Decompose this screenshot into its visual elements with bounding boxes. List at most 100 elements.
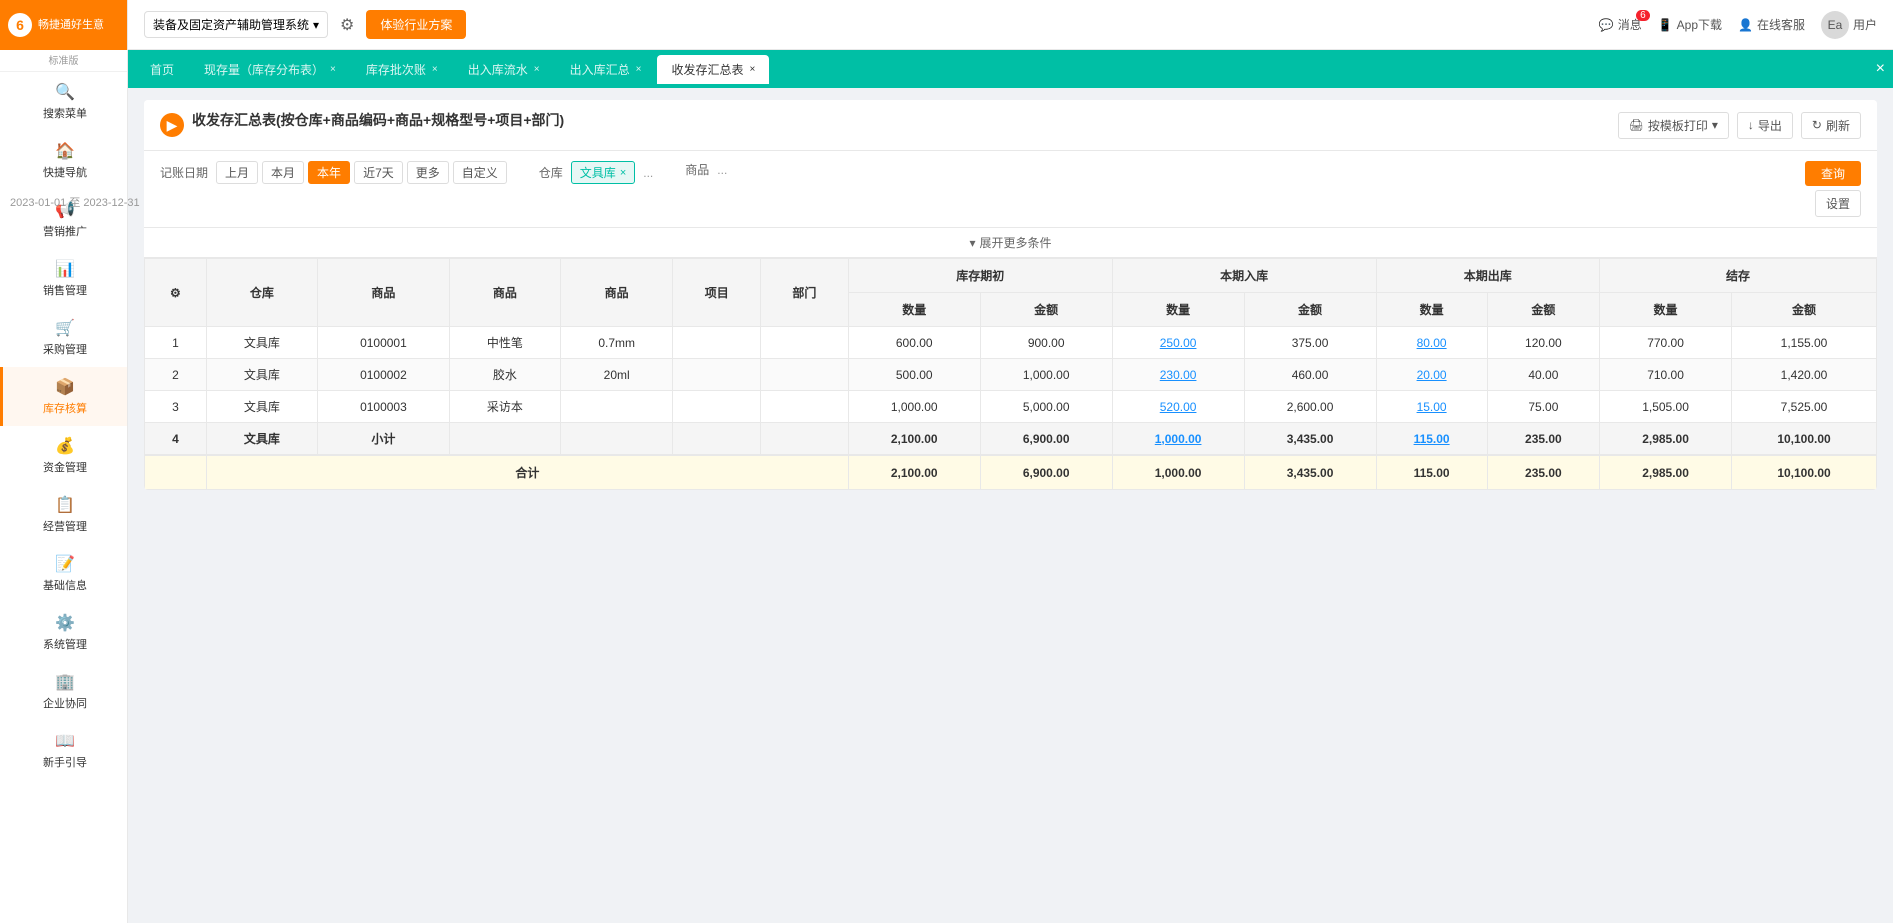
th-opening-amt: 金额 [980, 293, 1112, 327]
tab-batch-account-close[interactable]: × [432, 64, 438, 75]
sidebar-item-label: 销售管理 [43, 282, 87, 298]
tab-inventory-dist-label: 现存量（库存分布表） [204, 61, 324, 78]
cell-subtotal-in-qty[interactable]: 1,000.00 [1112, 423, 1244, 456]
message-icon-item[interactable]: 💬 消息 6 [1599, 16, 1642, 33]
tab-in-out-flow-label: 出入库流水 [468, 61, 528, 78]
total-row: 合计 2,100.00 6,900.00 1,000.00 3,435.00 1… [145, 455, 1877, 490]
tab-home[interactable]: 首页 [136, 55, 188, 84]
avatar: Ea [1821, 11, 1849, 39]
user-item[interactable]: Ea 用户 [1821, 11, 1877, 39]
export-btn[interactable]: ↓ 导出 [1737, 112, 1793, 139]
sidebar-item-label: 新手引导 [43, 754, 87, 770]
more-date-btn[interactable]: 更多 [407, 161, 449, 184]
tab-in-out-summary-close[interactable]: × [636, 64, 642, 75]
date-filter: 记账日期 上月 本月 本年 近7天 更多 自定义 2023-01-01 至 20… [160, 161, 507, 184]
cell-code: 0100003 [317, 391, 449, 423]
warehouse-tag[interactable]: 文具库 × [571, 161, 635, 184]
toggle-arrow-btn[interactable]: ▶ [160, 113, 184, 137]
cell-in-amt: 2,600.00 [1244, 391, 1376, 423]
cell-out-amt: 120.00 [1487, 327, 1599, 359]
cell-seq: 4 [145, 423, 207, 456]
cell-opening-amt: 5,000.00 [980, 391, 1112, 423]
cell-subtotal-balance-amt: 10,100.00 [1732, 423, 1877, 456]
cell-opening-qty: 1,000.00 [848, 391, 980, 423]
cell-code: 0100002 [317, 359, 449, 391]
cell-out-amt: 75.00 [1487, 391, 1599, 423]
tabbar-close-icon[interactable]: × [1876, 60, 1885, 78]
sidebar-item-sales[interactable]: 📊 销售管理 [0, 249, 127, 308]
th-opening-qty: 数量 [848, 293, 980, 327]
logo-icon: 6 [8, 13, 32, 37]
th-warehouse: 仓库 [206, 259, 317, 327]
cell-subtotal-out-qty[interactable]: 115.00 [1376, 423, 1487, 456]
sidebar: 6 畅捷通好生意 标准版 🔍 搜索菜单 🏠 快捷导航 📢 营销推广 📊 销售管理… [0, 0, 128, 923]
expand-btn[interactable]: ▾ 展开更多条件 [969, 234, 1051, 251]
cell-warehouse: 文具库 [206, 391, 317, 423]
system-icon: ⚙️ [55, 613, 75, 633]
print-btn[interactable]: 🖨 按模板打印 ▾ [1618, 112, 1729, 139]
sidebar-item-system[interactable]: ⚙️ 系统管理 [0, 603, 127, 662]
sidebar-item-inventory[interactable]: 📦 库存核算 [0, 367, 127, 426]
export-icon: ↓ [1748, 118, 1754, 132]
system-selector[interactable]: 装备及固定资产辅助管理系统 ▾ [144, 11, 328, 38]
tab-inventory-dist[interactable]: 现存量（库存分布表） × [190, 55, 350, 84]
warehouse-label: 仓库 [539, 164, 563, 181]
this-year-btn[interactable]: 本年 [308, 161, 350, 184]
settings-icon[interactable]: ⚙ [340, 15, 354, 35]
tab-stock-summary[interactable]: 收发存汇总表 × [657, 55, 769, 84]
cell-out-qty[interactable]: 80.00 [1376, 327, 1487, 359]
warehouse-more[interactable]: ... [643, 166, 653, 180]
cell-balance-amt: 1,155.00 [1732, 327, 1877, 359]
sidebar-item-purchase[interactable]: 🛒 采购管理 [0, 308, 127, 367]
th-in-qty: 数量 [1112, 293, 1244, 327]
cell-out-qty[interactable]: 15.00 [1376, 391, 1487, 423]
sidebar-item-enterprise[interactable]: 🏢 企业协同 [0, 662, 127, 721]
online-service-item[interactable]: 👤 在线客服 [1738, 16, 1805, 33]
cell-out-qty[interactable]: 20.00 [1376, 359, 1487, 391]
cell-in-qty[interactable]: 520.00 [1112, 391, 1244, 423]
cell-in-qty[interactable]: 250.00 [1112, 327, 1244, 359]
sidebar-logo: 6 畅捷通好生意 [0, 0, 127, 50]
th-settings[interactable]: ⚙ [145, 259, 207, 327]
tab-in-out-flow-close[interactable]: × [534, 64, 540, 75]
subtotal-row: 4 文具库 小计 2,100.00 6,900.00 1,000.00 3,43… [145, 423, 1877, 456]
sidebar-item-operations[interactable]: 📋 经营管理 [0, 485, 127, 544]
expand-arrow-icon: ▾ [969, 236, 975, 250]
th-project: 项目 [673, 259, 761, 327]
sidebar-item-basic-info[interactable]: 📝 基础信息 [0, 544, 127, 603]
th-out-amt: 金额 [1487, 293, 1599, 327]
goods-more[interactable]: ... [717, 163, 727, 177]
app-download-label: App下载 [1677, 16, 1722, 33]
th-opening-group: 库存期初 [848, 259, 1112, 293]
tab-inventory-dist-close[interactable]: × [330, 64, 336, 75]
cell-opening-amt: 1,000.00 [980, 359, 1112, 391]
cell-opening-qty: 500.00 [848, 359, 980, 391]
cell-seq: 3 [145, 391, 207, 423]
app-download-item[interactable]: 📱 App下载 [1658, 16, 1722, 33]
cell-subtotal-in-amt: 3,435.00 [1244, 423, 1376, 456]
total-balance-qty: 2,985.00 [1600, 455, 1732, 490]
settings-filter-btn[interactable]: 设置 [1815, 190, 1861, 217]
tab-stock-summary-close[interactable]: × [749, 64, 755, 75]
refresh-btn[interactable]: ↻ 刷新 [1801, 112, 1861, 139]
query-btn[interactable]: 查询 [1805, 161, 1861, 186]
sidebar-item-guide[interactable]: 📖 新手引导 [0, 721, 127, 780]
tab-batch-account[interactable]: 库存批次账 × [352, 55, 452, 84]
tab-in-out-summary[interactable]: 出入库汇总 × [556, 55, 656, 84]
cell-project [673, 391, 761, 423]
warehouse-tag-close[interactable]: × [620, 167, 626, 179]
recent-btn[interactable]: 近7天 [354, 161, 403, 184]
cell-in-qty[interactable]: 230.00 [1112, 359, 1244, 391]
custom-btn[interactable]: 自定义 [453, 161, 507, 184]
cell-warehouse: 文具库 [206, 423, 317, 456]
sidebar-item-quick-nav[interactable]: 🏠 快捷导航 [0, 131, 127, 190]
goods-label: 商品 [685, 161, 709, 178]
tab-in-out-flow[interactable]: 出入库流水 × [454, 55, 554, 84]
sidebar-item-finance[interactable]: 💰 资金管理 [0, 426, 127, 485]
cell-subtotal-opening-qty: 2,100.00 [848, 423, 980, 456]
cell-project [673, 327, 761, 359]
cell-balance-amt: 7,525.00 [1732, 391, 1877, 423]
experience-btn[interactable]: 体验行业方案 [366, 10, 466, 39]
table-settings-icon[interactable]: ⚙ [170, 286, 181, 300]
sidebar-item-search[interactable]: 🔍 搜索菜单 [0, 72, 127, 131]
